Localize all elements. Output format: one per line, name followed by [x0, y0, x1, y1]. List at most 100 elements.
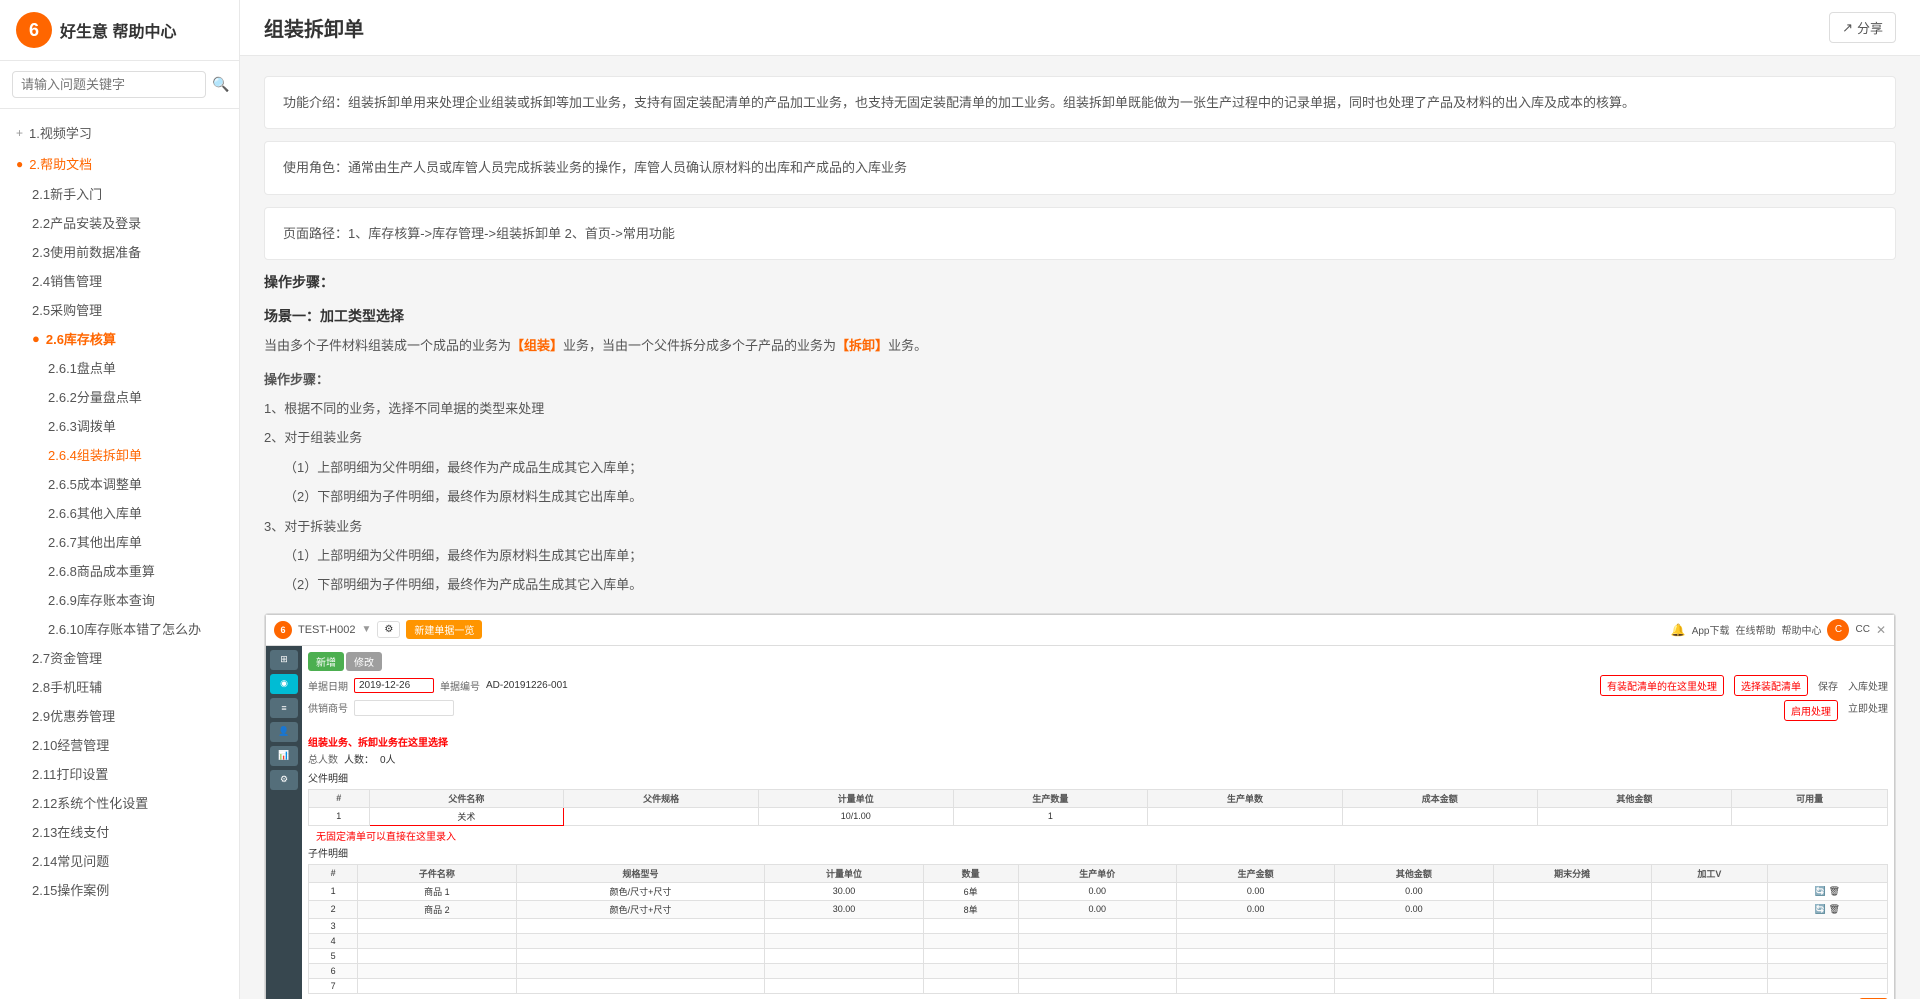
content-area: 功能介绍：组装拆卸单用来处理企业组装或拆卸等加工业务，支持有固定装配清单的产品加… — [240, 56, 1920, 999]
sidebar-sub-inventory[interactable]: ● 2.6库存核算 — [0, 324, 239, 353]
table-row: 4 — [309, 933, 1888, 948]
sidebar-sub-print[interactable]: 2.11打印设置 — [0, 759, 239, 788]
fake-select-btn: 选择装配清单 — [1734, 675, 1808, 696]
fake-dropdown: ⚙ — [377, 621, 400, 638]
sidebar-sub-ops[interactable]: 2.10经营管理 — [0, 730, 239, 759]
search-input[interactable] — [12, 71, 206, 98]
fake-logo: 6 — [274, 621, 292, 639]
main-header: 组装拆卸单 ↗ 分享 — [240, 0, 1920, 56]
fake-table-title-top: 父件明细 — [308, 770, 1888, 785]
sidebar-header: 6 好生意 帮助中心 — [0, 0, 239, 61]
fake-nav-list: ≡ — [270, 698, 298, 718]
plus-icon: + — [16, 126, 23, 140]
fake-form-area: 新增 修改 单据日期 2019-12-26 单据编号 AD-20191226-0… — [302, 646, 1894, 999]
sidebar-sub-settings[interactable]: 2.12系统个性化设置 — [0, 788, 239, 817]
sidebar-sub-data[interactable]: 2.3使用前数据准备 — [0, 237, 239, 266]
minus-icon: ● — [16, 157, 23, 171]
sidebar-sub-2-6-10[interactable]: 2.6.10库存账本错了怎么办 — [0, 614, 239, 643]
table-row: 7 — [309, 978, 1888, 993]
sidebar-sub-purchase[interactable]: 2.5采购管理 — [0, 295, 239, 324]
app-title: 好生意 帮助中心 — [60, 18, 176, 42]
sidebar-sub-2-6-8[interactable]: 2.6.8商品成本重算 — [0, 556, 239, 585]
callout-no-list: 无固定清单可以直接在这里录入 — [316, 828, 1888, 843]
screenshot-container: 6 TEST-H002 ▼ ⚙ 新建单据一览 🔔 App下载 在线帮助 帮助中心… — [264, 613, 1896, 999]
sidebar-item-docs[interactable]: ● 2.帮助文档 — [0, 148, 239, 179]
table-row: 5 — [309, 948, 1888, 963]
scenario1-title: 场景一：加工类型选择 — [264, 306, 1896, 326]
sidebar-sub-fund[interactable]: 2.7资金管理 — [0, 643, 239, 672]
table-row: 6 — [309, 963, 1888, 978]
page-title: 组装拆卸单 — [264, 13, 364, 42]
circle-icon: ● — [32, 331, 40, 346]
fake-close-icon[interactable]: ✕ — [1876, 623, 1886, 637]
fake-form-row2: 供销商号 启用处理 立即处理 — [308, 700, 1888, 730]
step3: 3、对于拆装业务 — [264, 515, 1896, 538]
sidebar-sub-payment[interactable]: 2.13在线支付 — [0, 817, 239, 846]
sidebar-sub-2-6-5[interactable]: 2.6.5成本调整单 — [0, 469, 239, 498]
step3-1: （1）上部明细为父件明细，最终作为原材料生成其它出库单； — [284, 544, 1896, 567]
sidebar-sub-newbie[interactable]: 2.1新手入门 — [0, 179, 239, 208]
main-area: 组装拆卸单 ↗ 分享 功能介绍：组装拆卸单用来处理企业组装或拆卸等加工业务，支持… — [240, 0, 1920, 999]
fake-nav-gear: ⚙ — [270, 770, 298, 790]
sidebar-sub-2-6-4[interactable]: 2.6.4组装拆卸单 — [0, 440, 239, 469]
sidebar-sub-2-6-9[interactable]: 2.6.9库存账本查询 — [0, 585, 239, 614]
table-row: 1 商品 1 颜色/尺寸+尺寸 30.00 6单 0.00 0.00 0.00 — [309, 882, 1888, 900]
fake-nav-user: 👤 — [270, 722, 298, 742]
scenario1-desc: 当由多个子件材料组装成一个成品的业务为【组装】业务，当由一个父件拆分成多个子产品… — [264, 334, 1896, 357]
logo-icon: 6 — [16, 12, 52, 48]
fake-date-input: 2019-12-26 — [354, 678, 434, 693]
search-box: 🔍 — [0, 61, 239, 109]
fake-form-row3: 总人数 人数： 0人 — [308, 751, 1888, 766]
step3-2: （2）下部明细为子件明细，最终作为产成品生成其它入库单。 — [284, 573, 1896, 596]
role-block: 使用角色：通常由生产人员或库管人员完成拆装业务的操作，库管人员确认原材料的出库和… — [264, 141, 1896, 194]
steps-title: 操作步骤： — [264, 272, 1896, 292]
sidebar-sub-2-6-3[interactable]: 2.6.3调拨单 — [0, 411, 239, 440]
fake-left-nav: ⊞ ◉ ≡ 👤 📊 ⚙ — [266, 646, 302, 999]
sidebar-sub-sales[interactable]: 2.4销售管理 — [0, 266, 239, 295]
step2-1: （1）上部明细为父件明细，最终作为产成品生成其它入库单； — [284, 456, 1896, 479]
sidebar-item-video[interactable]: + 1.视频学习 — [0, 117, 239, 148]
steps-section: 操作步骤： 场景一：加工类型选择 当由多个子件材料组装成一个成品的业务为【组装】… — [264, 272, 1896, 597]
fake-app-bar: 6 TEST-H002 ▼ ⚙ 新建单据一览 🔔 App下载 在线帮助 帮助中心… — [266, 615, 1894, 646]
sidebar-sub-coupon[interactable]: 2.9优惠券管理 — [0, 701, 239, 730]
fake-tab-new: 新增 — [308, 652, 344, 671]
callout-assembly: 有装配清单的在这里处理 — [1600, 675, 1724, 696]
fake-tabs: 新增 修改 — [308, 652, 1888, 671]
ops-title: 操作步骤： — [264, 368, 1896, 391]
sidebar-sub-2-6-1[interactable]: 2.6.1盘点单 — [0, 353, 239, 382]
path-text: 页面路径：1、库存核算->库存管理->组装拆卸单 2、首页->常用功能 — [283, 226, 675, 241]
table-row: 3 — [309, 918, 1888, 933]
fake-nav-chart: 📊 — [270, 746, 298, 766]
fake-nav-home: ⊞ — [270, 650, 298, 670]
step2: 2、对于组装业务 — [264, 426, 1896, 449]
sidebar-sub-2-6-2[interactable]: 2.6.2分量盘点单 — [0, 382, 239, 411]
search-icon[interactable]: 🔍 — [212, 76, 229, 93]
fake-new-btn: 新建单据一览 — [406, 620, 482, 639]
sidebar-sub-install[interactable]: 2.2产品安装及登录 — [0, 208, 239, 237]
description-block: 功能介绍：组装拆卸单用来处理企业组装或拆卸等加工业务，支持有固定装配清单的产品加… — [264, 76, 1896, 129]
fake-bell-icon: 🔔 — [1671, 623, 1686, 637]
fake-table-top: # 父件名称 父件规格 计量单位 生产数量 生产单数 成本金额 其他金额 可用量 — [308, 789, 1888, 826]
fake-form-row1: 单据日期 2019-12-26 单据编号 AD-20191226-001 有装配… — [308, 675, 1888, 696]
sidebar-nav: + 1.视频学习 ● 2.帮助文档 2.1新手入门 2.2产品安装及登录 2.3… — [0, 109, 239, 999]
share-button[interactable]: ↗ 分享 — [1829, 12, 1896, 43]
sidebar-sub-2-6-6[interactable]: 2.6.6其他入库单 — [0, 498, 239, 527]
fake-avatar: C — [1827, 619, 1849, 641]
sidebar: 6 好生意 帮助中心 🔍 + 1.视频学习 ● 2.帮助文档 2.1新手入门 2… — [0, 0, 240, 999]
step2-2: （2）下部明细为子件明细，最终作为原材料生成其它出库单。 — [284, 485, 1896, 508]
fake-company: TEST-H002 — [298, 624, 355, 636]
callout-enable: 启用处理 — [1784, 700, 1838, 721]
sidebar-sub-faq[interactable]: 2.14常见问题 — [0, 846, 239, 875]
description-text: 功能介绍：组装拆卸单用来处理企业组装或拆卸等加工业务，支持有固定装配清单的产品加… — [283, 95, 1635, 110]
share-icon: ↗ — [1842, 20, 1853, 36]
sidebar-sub-mobile[interactable]: 2.8手机旺辅 — [0, 672, 239, 701]
fake-order-value: AD-20191226-001 — [486, 680, 568, 691]
sidebar-sub-cases[interactable]: 2.15操作案例 — [0, 875, 239, 904]
fake-tab-edit: 修改 — [346, 652, 382, 671]
fake-supplier-input — [354, 700, 454, 716]
table-row: 1 关术 10/1.00 1 — [309, 807, 1888, 825]
table-row: 2 商品 2 颜色/尺寸+尺寸 30.00 8单 0.00 0.00 0.00 — [309, 900, 1888, 918]
sidebar-sub-2-6-7[interactable]: 2.6.7其他出库单 — [0, 527, 239, 556]
callout-type: 组装业务、拆卸业务在这里选择 — [308, 734, 1888, 749]
fake-nav-active: ◉ — [270, 674, 298, 694]
